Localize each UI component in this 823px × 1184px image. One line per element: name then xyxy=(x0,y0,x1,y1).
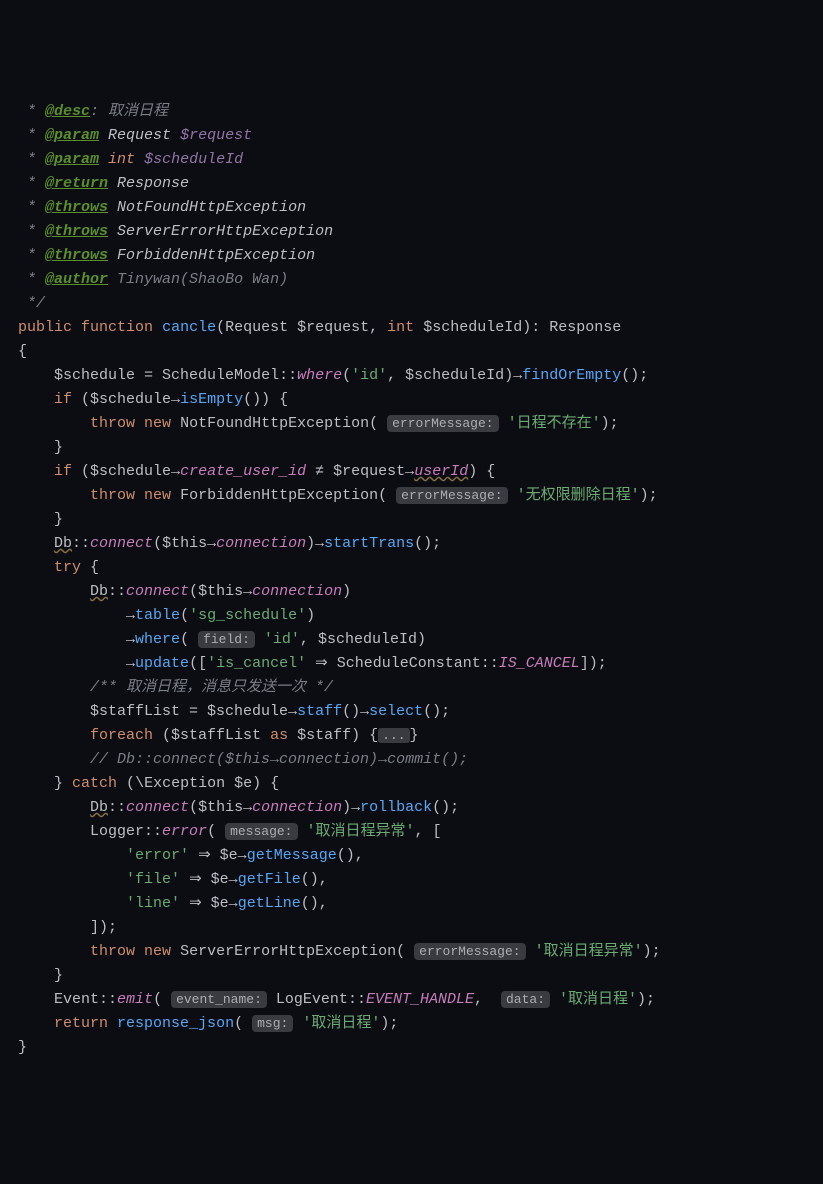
stmt: $staffList = $schedule→staff()→select(); xyxy=(90,703,450,720)
param-hint: event_name: xyxy=(171,991,267,1008)
return-stmt: return response_json( msg: '取消日程'); xyxy=(54,1015,398,1032)
inline-comment: /** 取消日程，消息只发送一次 */ xyxy=(90,679,333,696)
doc-line: * @author Tinywan(ShaoBo Wan) xyxy=(18,271,288,288)
stmt: Event::emit( event_name: LogEvent::EVENT… xyxy=(54,991,655,1008)
brace: { xyxy=(18,343,27,360)
param-hint: field: xyxy=(198,631,255,648)
array-close: ]); xyxy=(90,919,117,936)
param-hint: errorMessage: xyxy=(387,415,498,432)
doc-line: * @param Request $request xyxy=(18,127,252,144)
stmt: Db::connect($this→connection)→startTrans… xyxy=(54,535,441,552)
stmt: Db::connect($this→connection)→rollback()… xyxy=(90,799,459,816)
commented-code: // Db::connect($this→connection)→commit(… xyxy=(90,751,468,768)
doc-end: */ xyxy=(18,295,45,312)
throw-stmt: throw new ServerErrorHttpException( erro… xyxy=(90,943,661,960)
foreach-stmt: foreach ($staffList as $staff) {...} xyxy=(90,727,419,744)
param-hint: errorMessage: xyxy=(414,943,525,960)
param-hint: data: xyxy=(501,991,550,1008)
chain: →table('sg_schedule') xyxy=(126,607,315,624)
signature: public function cancle(Request $request,… xyxy=(18,319,621,336)
stmt: Logger::error( message: '取消日程异常', [ xyxy=(90,823,442,840)
brace: } xyxy=(54,439,63,456)
param-hint: msg: xyxy=(252,1015,293,1032)
array-item: 'line' ⇒ $e→getLine(), xyxy=(126,895,328,912)
doc-line: * @return Response xyxy=(18,175,189,192)
throw-stmt: throw new ForbiddenHttpException( errorM… xyxy=(90,487,658,504)
doc-line: * @desc: 取消日程 xyxy=(18,103,168,120)
param-hint: message: xyxy=(225,823,297,840)
array-item: 'file' ⇒ $e→getFile(), xyxy=(126,871,328,888)
chain: →where( field: 'id', $scheduleId) xyxy=(126,631,426,648)
doc-line: * @throws NotFoundHttpException xyxy=(18,199,306,216)
stmt: Db::connect($this→connection) xyxy=(90,583,351,600)
if-stmt: if ($schedule→create_user_id ≠ $request→… xyxy=(54,463,495,480)
code-editor[interactable]: * @desc: 取消日程 * @param Request $request … xyxy=(18,100,823,1060)
try-stmt: try { xyxy=(54,559,99,576)
brace: } xyxy=(54,511,63,528)
stmt: $schedule = ScheduleModel::where('id', $… xyxy=(54,367,648,384)
chain: →update(['is_cancel' ⇒ ScheduleConstant:… xyxy=(126,655,607,672)
doc-line: * @throws ForbiddenHttpException xyxy=(18,247,315,264)
catch-stmt: } catch (\Exception $e) { xyxy=(54,775,279,792)
if-stmt: if ($schedule→isEmpty()) { xyxy=(54,391,288,408)
brace: } xyxy=(18,1039,27,1056)
doc-line: * @throws ServerErrorHttpException xyxy=(18,223,333,240)
param-hint: errorMessage: xyxy=(396,487,507,504)
array-item: 'error' ⇒ $e→getMessage(), xyxy=(126,847,364,864)
fold-icon[interactable]: ... xyxy=(378,728,409,743)
throw-stmt: throw new NotFoundHttpException( errorMe… xyxy=(90,415,619,432)
brace: } xyxy=(54,967,63,984)
doc-line: * @param int $scheduleId xyxy=(18,151,243,168)
